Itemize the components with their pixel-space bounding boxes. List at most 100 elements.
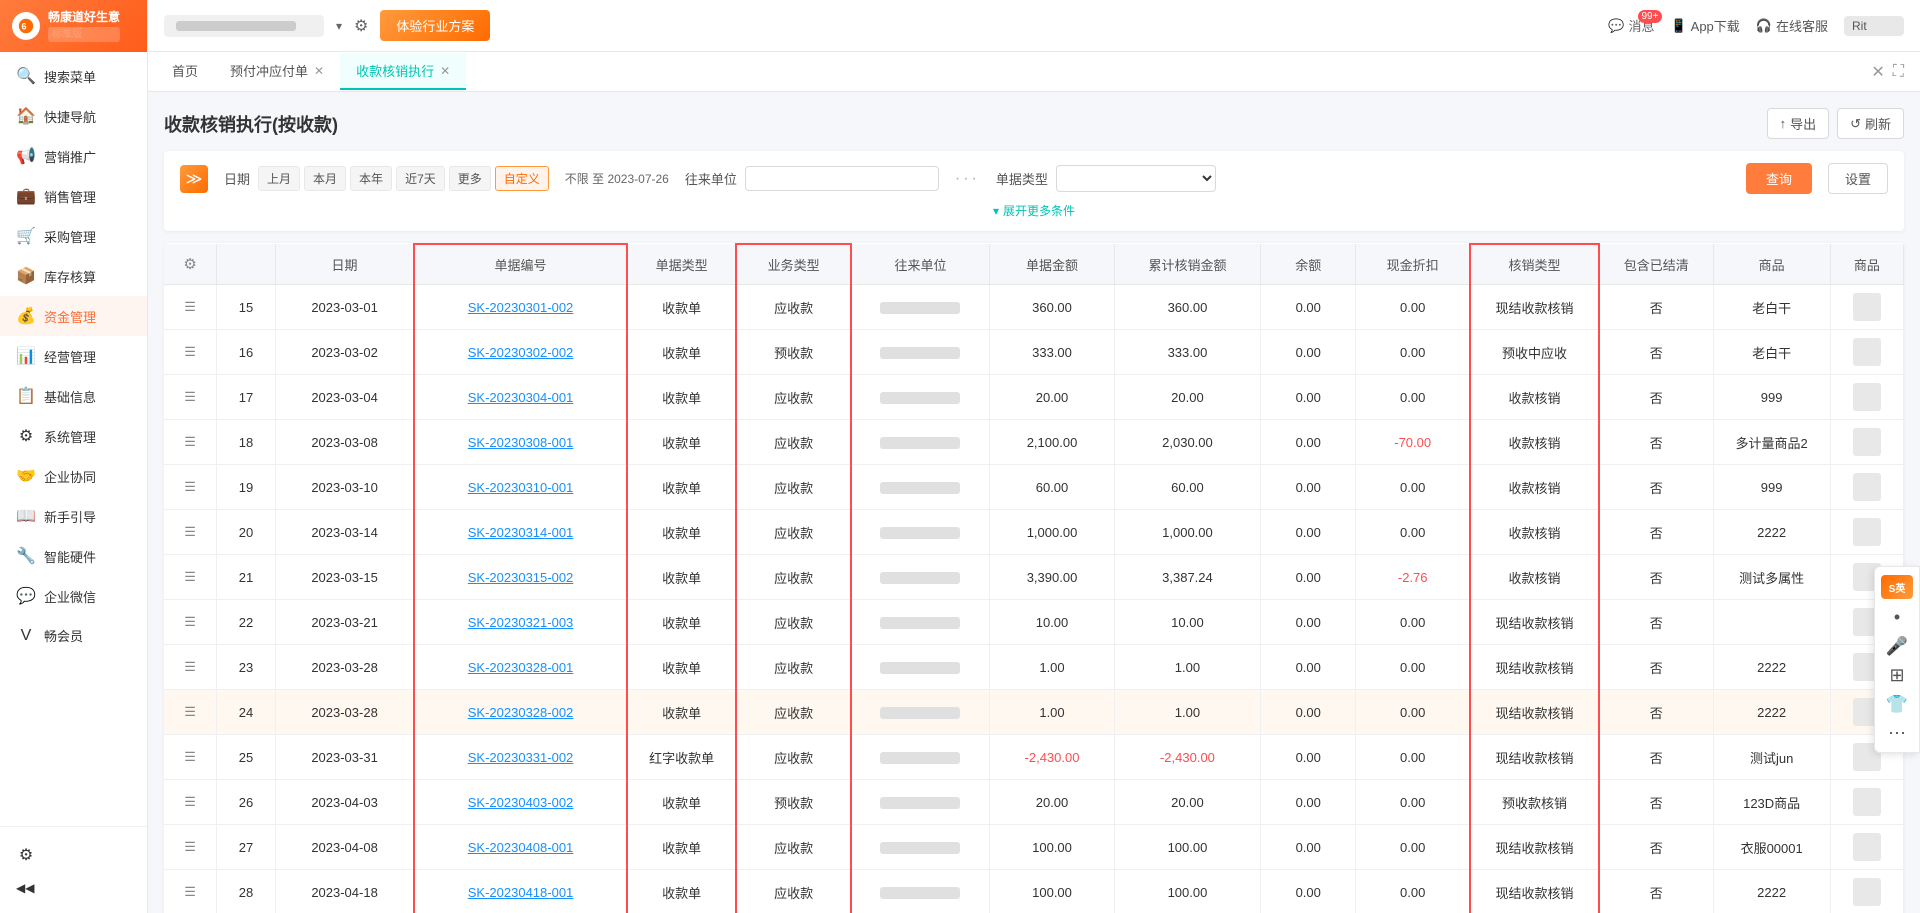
float-dot-icon[interactable]: • <box>1894 607 1900 628</box>
sidebar-item-inventory[interactable]: 📦 库存核算 <box>0 256 147 296</box>
cell-writeoff-type: 收款核销 <box>1470 555 1599 600</box>
sidebar-item-basic[interactable]: 📋 基础信息 <box>0 376 147 416</box>
page-title: 收款核销执行(按收款) <box>164 111 338 137</box>
doc-no-link[interactable]: SK-20230403-002 <box>468 795 574 810</box>
cell-gear[interactable]: ☰ <box>164 645 217 690</box>
cell-gear[interactable]: ☰ <box>164 420 217 465</box>
message-btn[interactable]: 💬 消息 99+ <box>1608 16 1654 35</box>
sidebar-item-finance[interactable]: 💰 资金管理 <box>0 296 147 336</box>
cell-gear[interactable]: ☰ <box>164 600 217 645</box>
cell-gear[interactable]: ☰ <box>164 285 217 330</box>
tab-payable-close-icon[interactable]: ✕ <box>314 64 324 78</box>
filter-last-month-btn[interactable]: 上月 <box>258 166 300 191</box>
sidebar-item-collab[interactable]: 🤝 企业协同 <box>0 456 147 496</box>
refresh-btn[interactable]: ↺ 刷新 <box>1837 108 1904 139</box>
doc-no-link[interactable]: SK-20230418-001 <box>468 885 574 900</box>
user-avatar[interactable]: Rit <box>1844 16 1904 36</box>
cell-gear[interactable]: ☰ <box>164 465 217 510</box>
sidebar-item-marketing[interactable]: 📢 营销推广 <box>0 136 147 176</box>
export-btn[interactable]: ↑ 导出 <box>1767 108 1830 139</box>
float-more-icon[interactable]: ⋯ <box>1888 723 1906 744</box>
cell-cash-discount: 0.00 <box>1356 375 1470 420</box>
sidebar-item-member[interactable]: V 畅会员 <box>0 616 147 655</box>
cell-gear[interactable]: ☰ <box>164 510 217 555</box>
tab-close-all-icon[interactable]: ✕ <box>1871 62 1884 82</box>
app-download-btn[interactable]: 📱 App下载 <box>1670 16 1739 35</box>
filter-more-btn[interactable]: 更多 <box>449 166 491 191</box>
doc-no-link[interactable]: SK-20230302-002 <box>468 345 574 360</box>
cell-gear[interactable]: ☰ <box>164 690 217 735</box>
sidebar-item-hardware[interactable]: 🔧 智能硬件 <box>0 536 147 576</box>
doc-no-link[interactable]: SK-20230328-001 <box>468 660 574 675</box>
float-shirt-icon[interactable]: 👕 <box>1886 694 1908 715</box>
doc-no-link[interactable]: SK-20230310-001 <box>468 480 574 495</box>
tab-collection[interactable]: 收款核销执行 ✕ <box>340 53 466 90</box>
tab-home[interactable]: 首页 <box>156 53 214 90</box>
sidebar-collapse-btn[interactable]: ◀◀ <box>0 873 147 903</box>
doc-no-link[interactable]: SK-20230315-002 <box>468 570 574 585</box>
goods-thumb <box>1853 473 1881 501</box>
filter-counterpart-input[interactable] <box>745 166 939 191</box>
float-logo[interactable]: S英 <box>1881 575 1913 599</box>
filter-toggle-btn[interactable]: ≫ <box>180 165 208 193</box>
cell-include-settled: 否 <box>1599 780 1713 825</box>
sidebar-bottom: ⚙ ◀◀ <box>0 826 147 913</box>
sidebar-item-wechat[interactable]: 💬 企业微信 <box>0 576 147 616</box>
sidebar-item-guide[interactable]: 📖 新手引导 <box>0 496 147 536</box>
goods-thumb <box>1853 518 1881 546</box>
th-gear[interactable]: ⚙ <box>164 244 217 285</box>
sidebar-item-operations[interactable]: 📊 经营管理 <box>0 336 147 376</box>
phone-icon: 📱 <box>1670 18 1686 34</box>
sidebar-item-purchase[interactable]: 🛒 采购管理 <box>0 216 147 256</box>
doc-no-link[interactable]: SK-20230328-002 <box>468 705 574 720</box>
cell-gear[interactable]: ☰ <box>164 870 217 913</box>
sidebar-item-system[interactable]: ⚙ 系统管理 <box>0 416 147 456</box>
table-settings-icon[interactable]: ⚙ <box>183 256 196 273</box>
sidebar-settings-btn[interactable]: ⚙ <box>0 837 147 873</box>
sidebar-item-search[interactable]: 🔍 搜索菜单 <box>0 56 147 96</box>
online-service-btn[interactable]: 🎧 在线客服 <box>1756 16 1828 35</box>
doc-no-link[interactable]: SK-20230314-001 <box>468 525 574 540</box>
sidebar-item-quicknav[interactable]: 🏠 快捷导航 <box>0 96 147 136</box>
expand-conditions-btn[interactable]: ▾ 展开更多条件 <box>993 202 1075 219</box>
sidebar-label-collab: 企业协同 <box>44 467 96 486</box>
tab-collection-close-icon[interactable]: ✕ <box>440 64 450 78</box>
tab-expand-icon[interactable]: ⛶ <box>1893 63 1904 81</box>
topbar-gear-icon[interactable]: ⚙ <box>354 16 368 36</box>
cell-biz-type: 应收款 <box>736 825 850 870</box>
cell-gear[interactable]: ☰ <box>164 375 217 420</box>
cell-seq: 17 <box>217 375 276 420</box>
cell-gear[interactable]: ☰ <box>164 735 217 780</box>
sidebar-item-sales[interactable]: 💼 销售管理 <box>0 176 147 216</box>
cell-amount: 10.00 <box>990 600 1114 645</box>
float-mic-icon[interactable]: 🎤 <box>1886 636 1908 657</box>
doc-no-link[interactable]: SK-20230321-003 <box>468 615 574 630</box>
filter-this-month-btn[interactable]: 本月 <box>304 166 346 191</box>
doc-no-link[interactable]: SK-20230301-002 <box>468 300 574 315</box>
float-grid-icon[interactable]: ⊞ <box>1889 665 1904 686</box>
filter-doctype-select[interactable]: 收款单 红字收款单 <box>1056 165 1216 192</box>
cell-biz-type: 应收款 <box>736 555 850 600</box>
doc-no-link[interactable]: SK-20230408-001 <box>468 840 574 855</box>
cell-goods-img <box>1830 510 1903 555</box>
cell-gear[interactable]: ☰ <box>164 825 217 870</box>
cell-doc-type: 收款单 <box>627 600 737 645</box>
doc-no-link[interactable]: SK-20230304-001 <box>468 390 574 405</box>
cell-counterpart <box>851 825 990 870</box>
cell-doc-type: 收款单 <box>627 420 737 465</box>
doc-no-link[interactable]: SK-20230308-001 <box>468 435 574 450</box>
cell-include-settled: 否 <box>1599 645 1713 690</box>
filter-this-year-btn[interactable]: 本年 <box>350 166 392 191</box>
filter-7days-btn[interactable]: 近7天 <box>396 166 445 191</box>
industry-btn[interactable]: 体验行业方案 <box>380 10 490 41</box>
cell-gear[interactable]: ☰ <box>164 780 217 825</box>
doc-no-link[interactable]: SK-20230331-002 <box>468 750 574 765</box>
filter-custom-btn[interactable]: 自定义 <box>495 166 549 191</box>
tab-payable[interactable]: 预付冲应付单 ✕ <box>214 53 340 90</box>
cell-gear[interactable]: ☰ <box>164 555 217 600</box>
filter-settings-btn[interactable]: 设置 <box>1828 163 1888 194</box>
cell-gear[interactable]: ☰ <box>164 330 217 375</box>
dropdown-arrow-icon[interactable]: ▾ <box>336 19 342 33</box>
sidebar: 6 畅康道好生意 标推版 🔍 搜索菜单 🏠 快捷导航 📢 营销推广 💼 销售管理… <box>0 0 148 913</box>
query-btn[interactable]: 查询 <box>1746 163 1812 194</box>
